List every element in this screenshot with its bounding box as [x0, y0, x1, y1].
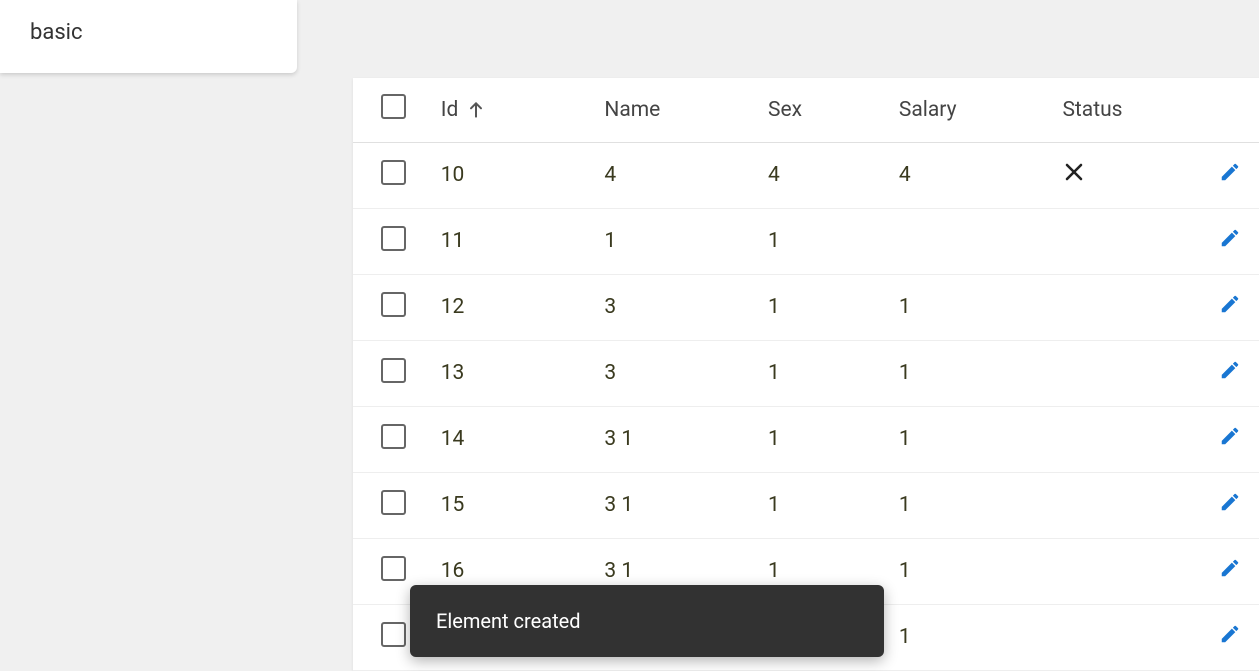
toast: Element created — [410, 585, 884, 657]
cell-status — [1054, 472, 1197, 538]
cell-edit — [1198, 604, 1259, 670]
row-checkbox[interactable] — [381, 160, 406, 185]
table-header-row: Id Name Sex Salary Status — [353, 78, 1259, 142]
cell-name: 3 — [596, 274, 760, 340]
cell-edit — [1198, 142, 1259, 208]
cell-edit — [1198, 406, 1259, 472]
cell-id: 12 — [433, 274, 597, 340]
cell-status — [1054, 142, 1197, 208]
row-checkbox[interactable] — [381, 292, 406, 317]
cell-salary — [891, 208, 1055, 274]
cell-id: 13 — [433, 340, 597, 406]
row-checkbox[interactable] — [381, 622, 406, 647]
header-sex[interactable]: Sex — [760, 78, 891, 142]
table-row: 12 3 1 1 — [353, 274, 1259, 340]
cell-id: 10 — [433, 142, 597, 208]
edit-icon[interactable] — [1219, 227, 1241, 249]
row-checkbox[interactable] — [381, 226, 406, 251]
cell-status — [1054, 340, 1197, 406]
cell-name: 3 1 — [596, 472, 760, 538]
cell-salary: 1 — [891, 538, 1055, 604]
row-checkbox[interactable] — [381, 424, 406, 449]
cell-status — [1054, 604, 1197, 670]
cell-name: 3 — [596, 340, 760, 406]
header-id-label: Id — [441, 98, 459, 122]
cell-salary: 1 — [891, 340, 1055, 406]
cell-status — [1054, 208, 1197, 274]
cell-sex: 1 — [760, 208, 891, 274]
cell-status — [1054, 274, 1197, 340]
cell-edit — [1198, 208, 1259, 274]
cell-status — [1054, 406, 1197, 472]
cell-sex: 4 — [760, 142, 891, 208]
cell-name: 4 — [596, 142, 760, 208]
cell-salary: 1 — [891, 274, 1055, 340]
toast-message: Element created — [436, 609, 581, 633]
header-checkbox-cell — [353, 78, 433, 142]
table-row: 14 3 1 1 1 — [353, 406, 1259, 472]
cell-salary: 1 — [891, 604, 1055, 670]
cell-salary: 1 — [891, 406, 1055, 472]
cell-sex: 1 — [760, 472, 891, 538]
table-row: 11 1 1 — [353, 208, 1259, 274]
header-salary[interactable]: Salary — [891, 78, 1055, 142]
header-status[interactable]: Status — [1054, 78, 1197, 142]
select-all-checkbox[interactable] — [381, 94, 406, 119]
cell-edit — [1198, 274, 1259, 340]
cell-name: 1 — [596, 208, 760, 274]
edit-icon[interactable] — [1219, 161, 1241, 183]
header-id[interactable]: Id — [433, 78, 597, 142]
header-edit — [1198, 78, 1259, 142]
table-card: Id Name Sex Salary Status 10 4 4 4 — [353, 78, 1259, 671]
edit-icon[interactable] — [1219, 557, 1241, 579]
table-row: 10 4 4 4 — [353, 142, 1259, 208]
cell-edit — [1198, 340, 1259, 406]
data-table: Id Name Sex Salary Status 10 4 4 4 — [353, 78, 1259, 671]
cell-status — [1054, 538, 1197, 604]
cell-sex: 1 — [760, 406, 891, 472]
edit-icon[interactable] — [1219, 623, 1241, 645]
cell-name: 3 1 — [596, 406, 760, 472]
row-checkbox[interactable] — [381, 358, 406, 383]
edit-icon[interactable] — [1219, 359, 1241, 381]
cell-sex: 1 — [760, 274, 891, 340]
close-icon — [1062, 160, 1086, 184]
sidebar-title: basic — [30, 20, 83, 45]
row-checkbox[interactable] — [381, 556, 406, 581]
arrow-up-icon — [466, 100, 486, 120]
table-row: 15 3 1 1 1 — [353, 472, 1259, 538]
cell-salary: 4 — [891, 142, 1055, 208]
cell-edit — [1198, 472, 1259, 538]
edit-icon[interactable] — [1219, 293, 1241, 315]
cell-salary: 1 — [891, 472, 1055, 538]
table-row: 13 3 1 1 — [353, 340, 1259, 406]
sidebar-card: basic — [0, 0, 297, 73]
edit-icon[interactable] — [1219, 425, 1241, 447]
header-name[interactable]: Name — [596, 78, 760, 142]
edit-icon[interactable] — [1219, 491, 1241, 513]
cell-edit — [1198, 538, 1259, 604]
cell-id: 14 — [433, 406, 597, 472]
cell-id: 11 — [433, 208, 597, 274]
cell-id: 15 — [433, 472, 597, 538]
cell-sex: 1 — [760, 340, 891, 406]
row-checkbox[interactable] — [381, 490, 406, 515]
